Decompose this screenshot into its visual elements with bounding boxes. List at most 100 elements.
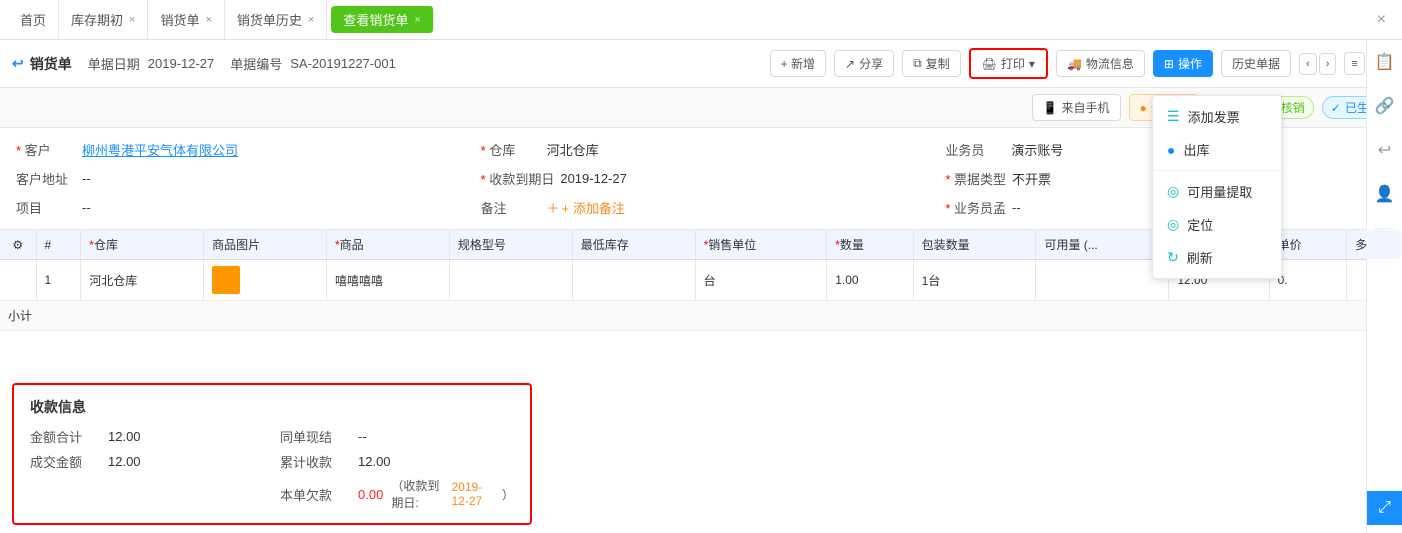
- print-icon: 🖨: [982, 57, 997, 71]
- history-button[interactable]: 历史单据: [1221, 50, 1291, 77]
- nav-arrows: ‹ ›: [1299, 53, 1336, 75]
- copy-button[interactable]: ⧉ 复制: [902, 50, 961, 77]
- tab-sales[interactable]: 销货单 ×: [148, 0, 224, 39]
- total-amount-value: 12.00: [108, 429, 141, 444]
- project-label: 项目: [16, 198, 76, 217]
- col-spec: 规格型号: [449, 230, 572, 260]
- truck-icon: 🚚: [1067, 57, 1082, 71]
- cell-pack-qty: 1台: [913, 260, 1036, 301]
- print-button[interactable]: 🖨 打印 ▾: [972, 51, 1045, 76]
- total-amount-label: 金额合计: [30, 427, 100, 446]
- deal-amount-label: 成交金额: [30, 452, 100, 471]
- cell-available: [1036, 260, 1169, 301]
- payment-section: 收款信息 金额合计 12.00 同单现结 -- 成交金额 12.00 累计收款 …: [12, 383, 532, 525]
- address-field: 客户地址 --: [16, 169, 457, 188]
- cell-min-stock: [572, 260, 695, 301]
- available-qty-item[interactable]: ◎ 可用量提取: [1153, 175, 1281, 208]
- close-view-sales-tab[interactable]: ×: [414, 14, 420, 26]
- staff-label: 业务员: [945, 140, 1005, 159]
- tab-view-sales[interactable]: 查看销货单 ×: [331, 6, 433, 33]
- col-available: 可用量 (...: [1036, 230, 1169, 260]
- order-arrears-label: 本单欠款: [280, 485, 350, 504]
- col-pack-qty: 包装数量: [913, 230, 1036, 260]
- tab-home[interactable]: 首页: [8, 0, 59, 39]
- col-warehouse: *仓库: [81, 230, 204, 260]
- invoice-icon: ☰: [1167, 108, 1180, 125]
- warehouse-field: 仓库 河北仓库: [481, 140, 922, 159]
- payment-title: 收款信息: [30, 397, 514, 417]
- project-field: 项目 --: [16, 198, 457, 217]
- doc-meta: 单据日期 2019-12-27 单据编号 SA-20191227-001: [88, 54, 396, 73]
- payment-grid: 金额合计 12.00 同单现结 -- 成交金额 12.00 累计收款 12.00: [30, 427, 514, 511]
- tab-bar: 首页 库存期初 × 销货单 × 销货单历史 × 查看销货单 × ×: [0, 0, 1402, 40]
- col-image: 商品图片: [204, 230, 327, 260]
- list-view-button[interactable]: ≡: [1344, 52, 1364, 75]
- address-value: --: [82, 171, 91, 186]
- grid-icon: ⊞: [1164, 57, 1174, 71]
- from-phone-button[interactable]: 📱 来自手机: [1032, 94, 1121, 121]
- sidebar-clipboard-icon[interactable]: 📋: [1371, 48, 1399, 76]
- doc-title-area: ↩ 销货单: [12, 54, 72, 74]
- cell-unit: 台: [695, 260, 827, 301]
- same-order-settle-label: 同单现结: [280, 427, 350, 446]
- col-num: #: [36, 230, 81, 260]
- doc-title-text: 销货单: [30, 54, 72, 74]
- add-invoice-item[interactable]: ☰ 添加发票: [1153, 100, 1281, 133]
- copy-icon: ⧉: [913, 56, 922, 71]
- global-close-button[interactable]: ×: [1369, 11, 1394, 29]
- sidebar-link-icon[interactable]: 🔗: [1371, 92, 1399, 120]
- col-unit: *销售单位: [695, 230, 827, 260]
- cell-spec: [449, 260, 572, 301]
- customer-label: 客户: [16, 140, 76, 159]
- cell-gear: [0, 260, 36, 301]
- subtotal-cell: 小计: [0, 301, 1402, 331]
- close-inventory-tab[interactable]: ×: [129, 14, 135, 26]
- address-label: 客户地址: [16, 169, 76, 188]
- deal-amount-value: 12.00: [108, 454, 141, 469]
- next-button[interactable]: ›: [1319, 53, 1337, 75]
- locate-item[interactable]: ◎ 定位: [1153, 208, 1281, 241]
- sidebar-expand-icon[interactable]: ⤢: [1367, 491, 1402, 525]
- project-value: --: [82, 200, 91, 215]
- outbound-item[interactable]: ● 出库: [1153, 133, 1281, 166]
- doc-date-label: 单据日期 2019-12-27: [88, 54, 215, 73]
- cumulative-collection-row: 累计收款 12.00: [280, 452, 514, 471]
- same-order-settle-row: 同单现结 --: [280, 427, 514, 446]
- order-arrears-row: 本单欠款 0.00 （收款到期日: 2019-12-27 ）: [280, 477, 514, 511]
- refresh-item[interactable]: ↻ 刷新: [1153, 241, 1281, 274]
- outbound-icon: ●: [1167, 142, 1175, 158]
- col-qty: *数量: [827, 230, 913, 260]
- col-gear: ⚙: [0, 230, 36, 260]
- customer-value[interactable]: 柳州粤港平安气体有限公司: [82, 140, 238, 159]
- deal-amount-row: 成交金额 12.00: [30, 452, 264, 471]
- due-date-label: 收款到期日: [481, 169, 555, 188]
- total-amount-row: 金额合计 12.00: [30, 427, 264, 446]
- warehouse-label: 仓库: [481, 140, 541, 159]
- refresh-icon: ↻: [1167, 249, 1179, 266]
- operations-button[interactable]: ⊞ 操作: [1153, 50, 1213, 77]
- print-dropdown-icon: ▾: [1029, 57, 1035, 71]
- cell-image: [204, 260, 327, 301]
- doc-header: ↩ 销货单 单据日期 2019-12-27 单据编号 SA-20191227-0…: [0, 40, 1402, 88]
- new-button[interactable]: + 新增: [770, 50, 826, 77]
- sidebar-user-icon[interactable]: 👤: [1371, 180, 1399, 208]
- sidebar-refresh-icon[interactable]: ↩: [1374, 136, 1395, 164]
- tab-sales-history[interactable]: 销货单历史 ×: [225, 0, 327, 39]
- salesperson-value: --: [1012, 200, 1021, 215]
- cell-num: 1: [36, 260, 81, 301]
- tab-inventory[interactable]: 库存期初 ×: [59, 0, 148, 39]
- close-sales-history-tab[interactable]: ×: [308, 14, 314, 26]
- order-arrears-extra: （收款到期日:: [391, 477, 443, 511]
- close-sales-tab[interactable]: ×: [205, 14, 211, 26]
- product-image: [212, 266, 240, 294]
- prev-button[interactable]: ‹: [1299, 53, 1317, 75]
- share-button[interactable]: ↗ 分享: [834, 50, 894, 77]
- add-note-button[interactable]: ＋ + 添加备注: [547, 198, 625, 217]
- col-more: 多: [1347, 230, 1402, 260]
- dropdown-divider: [1153, 170, 1281, 171]
- logistics-button[interactable]: 🚚 物流信息: [1056, 50, 1145, 77]
- warehouse-value: 河北仓库: [547, 140, 599, 159]
- print-highlight-box: 🖨 打印 ▾: [969, 48, 1048, 79]
- note-label: 备注: [481, 198, 541, 217]
- check-circle-icon2: ✓: [1331, 101, 1341, 115]
